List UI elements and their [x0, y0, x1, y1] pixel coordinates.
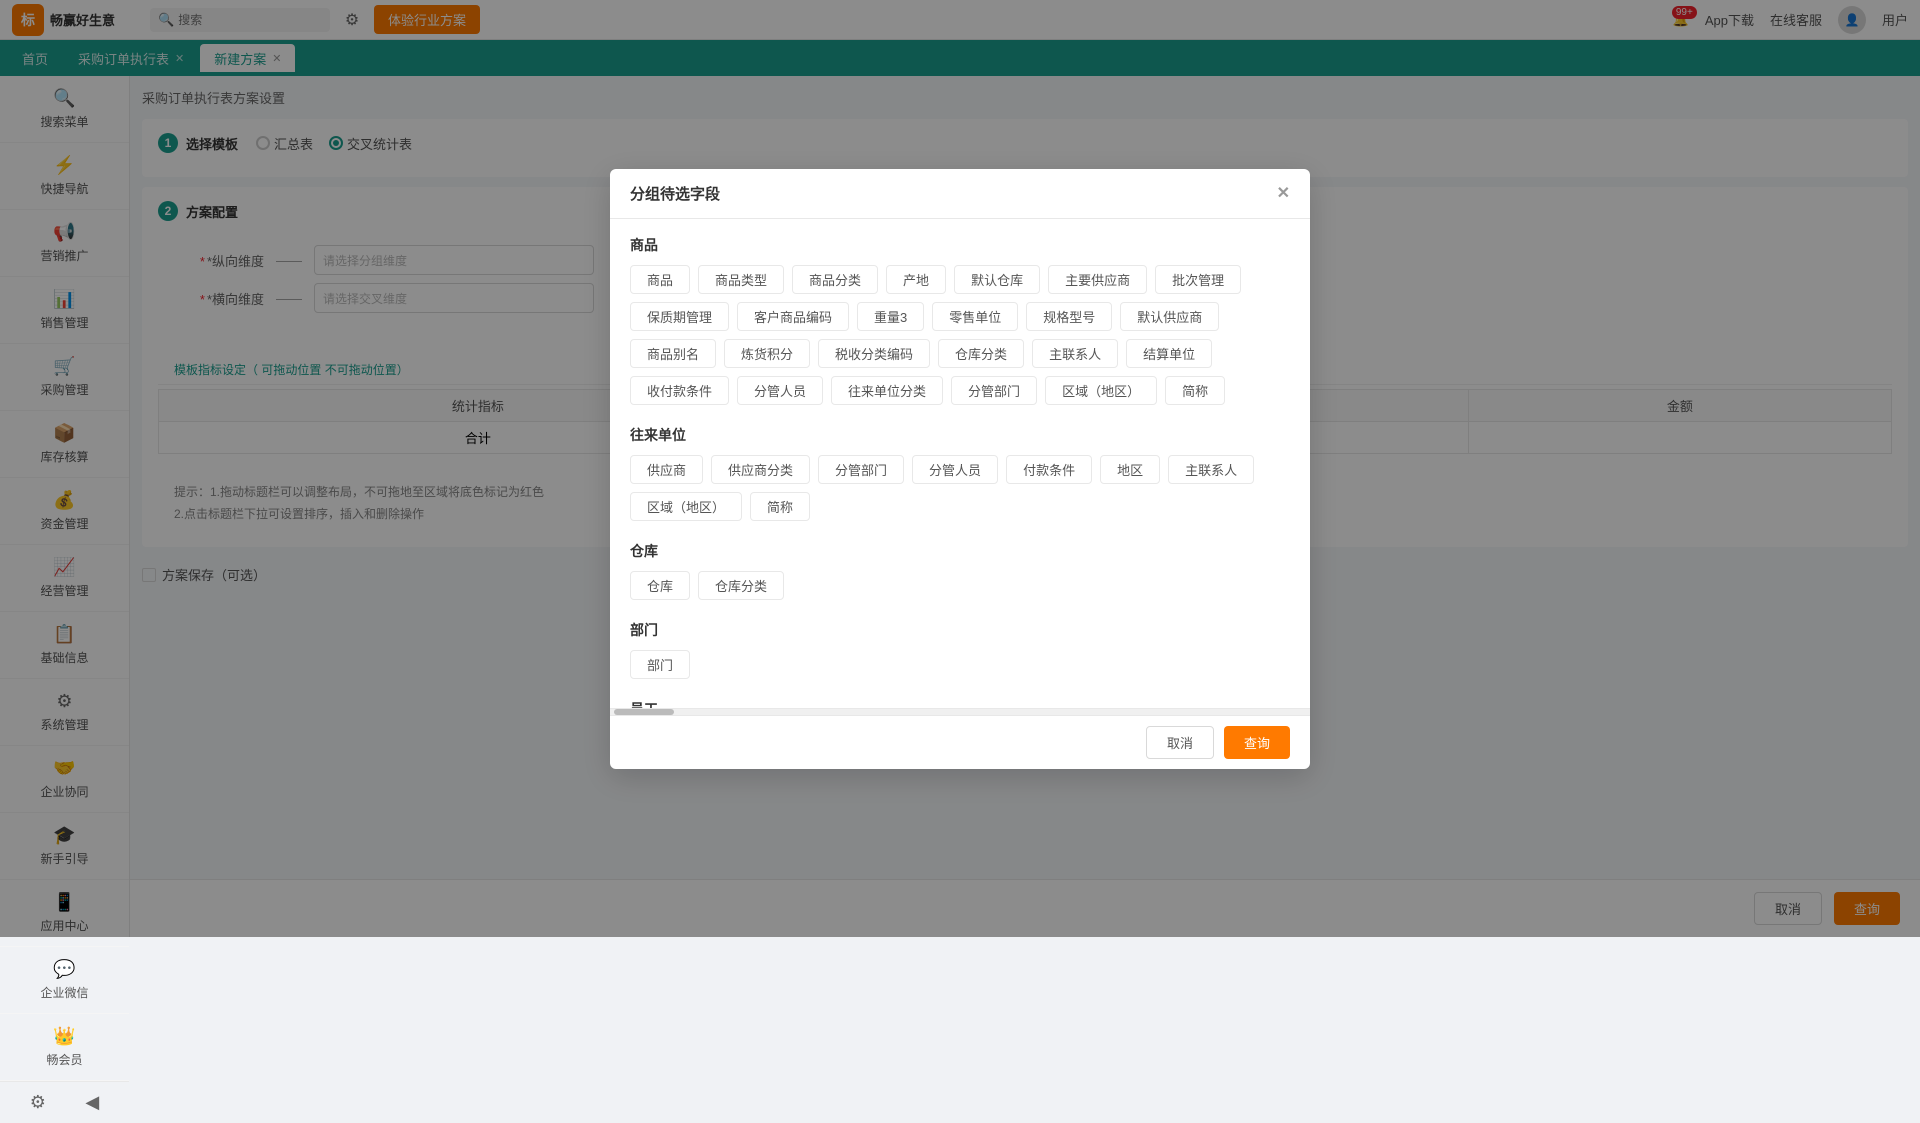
section-product: 商品 商品商品类型商品分类产地默认仓库主要供应商批次管理保质期管理客户商品编码重… [630, 235, 1290, 405]
field-chip[interactable]: 商品别名 [630, 339, 716, 368]
member-icon: 👑 [53, 1026, 75, 1047]
field-chip[interactable]: 主要供应商 [1048, 265, 1147, 294]
field-chip[interactable]: 默认仓库 [954, 265, 1040, 294]
sidebar-bottom: ⚙ ◀ [0, 1081, 129, 1123]
section-department-title: 部门 [630, 620, 1290, 640]
section-partner-chips: 供应商供应商分类分管部门分管人员付款条件地区主联系人区域（地区） 简称 [630, 455, 1290, 521]
modal-overlay: 分组待选字段 ✕ 商品 商品商品类型商品分类产地默认仓库主要供应商批次管理保质期… [0, 0, 1920, 937]
section-partner: 往来单位 供应商供应商分类分管部门分管人员付款条件地区主联系人区域（地区） 简称 [630, 425, 1290, 521]
field-chip[interactable]: 仓库分类 [698, 571, 784, 600]
section-product-chips: 商品商品类型商品分类产地默认仓库主要供应商批次管理保质期管理客户商品编码重量3 零… [630, 265, 1290, 405]
modal-confirm-button[interactable]: 查询 [1224, 726, 1290, 759]
field-chip[interactable]: 往来单位分类 [831, 376, 943, 405]
field-chip[interactable]: 仓库 [630, 571, 690, 600]
sidebar-item-wechat-label: 企业微信 [40, 984, 88, 1001]
field-chip[interactable]: 结算单位 [1126, 339, 1212, 368]
field-chip[interactable]: 供应商分类 [711, 455, 810, 484]
modal-body: 商品 商品商品类型商品分类产地默认仓库主要供应商批次管理保质期管理客户商品编码重… [610, 219, 1310, 708]
modal-hscrollbar [610, 708, 1310, 715]
section-partner-title: 往来单位 [630, 425, 1290, 445]
field-chip[interactable]: 区域（地区） [630, 492, 742, 521]
field-chip[interactable]: 供应商 [630, 455, 703, 484]
sidebar-item-wechat[interactable]: 💬 企业微信 [0, 947, 129, 1014]
modal-footer: 取消 查询 [610, 715, 1310, 769]
field-chip[interactable]: 分管人员 [737, 376, 823, 405]
field-chip[interactable]: 部门 [630, 650, 690, 679]
field-select-modal: 分组待选字段 ✕ 商品 商品商品类型商品分类产地默认仓库主要供应商批次管理保质期… [610, 169, 1310, 769]
section-warehouse-chips: 仓库仓库分类 [630, 571, 1290, 600]
field-chip[interactable]: 区域（地区） [1045, 376, 1157, 405]
section-product-title: 商品 [630, 235, 1290, 255]
section-employee: 员工 业务员 [630, 699, 1290, 708]
field-chip[interactable]: 地区 [1100, 455, 1160, 484]
section-department-chips: 部门 [630, 650, 1290, 679]
field-chip[interactable]: 主联系人 [1032, 339, 1118, 368]
field-chip[interactable]: 客户商品编码 [737, 302, 849, 331]
field-chip[interactable]: 商品 [630, 265, 690, 294]
modal-close-button[interactable]: ✕ [1277, 183, 1290, 203]
field-chip[interactable]: 商品分类 [792, 265, 878, 294]
field-chip[interactable]: 简称 [1165, 376, 1225, 405]
field-chip[interactable]: 分管人员 [912, 455, 998, 484]
sidebar-item-member[interactable]: 👑 畅会员 [0, 1014, 129, 1081]
field-chip[interactable]: 收付款条件 [630, 376, 729, 405]
section-warehouse: 仓库 仓库仓库分类 [630, 541, 1290, 600]
sidebar-item-member-label: 畅会员 [46, 1051, 82, 1068]
field-chip[interactable]: 炼货积分 [724, 339, 810, 368]
field-chip[interactable]: 批次管理 [1155, 265, 1241, 294]
field-chip[interactable]: 主联系人 [1168, 455, 1254, 484]
field-chip[interactable]: 仓库分类 [938, 339, 1024, 368]
field-chip[interactable]: 分管部门 [818, 455, 904, 484]
field-chip[interactable]: 税收分类编码 [818, 339, 930, 368]
field-chip[interactable]: 分管部门 [951, 376, 1037, 405]
field-chip[interactable]: 付款条件 [1006, 455, 1092, 484]
section-department: 部门 部门 [630, 620, 1290, 679]
field-chip[interactable]: 重量3 [857, 302, 924, 331]
field-chip[interactable]: 规格型号 [1026, 302, 1112, 331]
modal-cancel-button[interactable]: 取消 [1146, 726, 1214, 759]
field-chip[interactable]: 简称 [750, 492, 810, 521]
field-chip[interactable]: 产地 [886, 265, 946, 294]
modal-title: 分组待选字段 [630, 183, 720, 204]
sidebar-settings-icon[interactable]: ⚙ [30, 1092, 46, 1113]
section-warehouse-title: 仓库 [630, 541, 1290, 561]
section-employee-title: 员工 [630, 699, 1290, 708]
field-chip[interactable]: 保质期管理 [630, 302, 729, 331]
field-chip[interactable]: 商品类型 [698, 265, 784, 294]
sidebar-collapse-icon[interactable]: ◀ [85, 1092, 99, 1113]
modal-header: 分组待选字段 ✕ [610, 169, 1310, 219]
wechat-icon: 💬 [53, 959, 75, 980]
field-chip[interactable]: 默认供应商 [1120, 302, 1219, 331]
field-chip[interactable]: 零售单位 [932, 302, 1018, 331]
